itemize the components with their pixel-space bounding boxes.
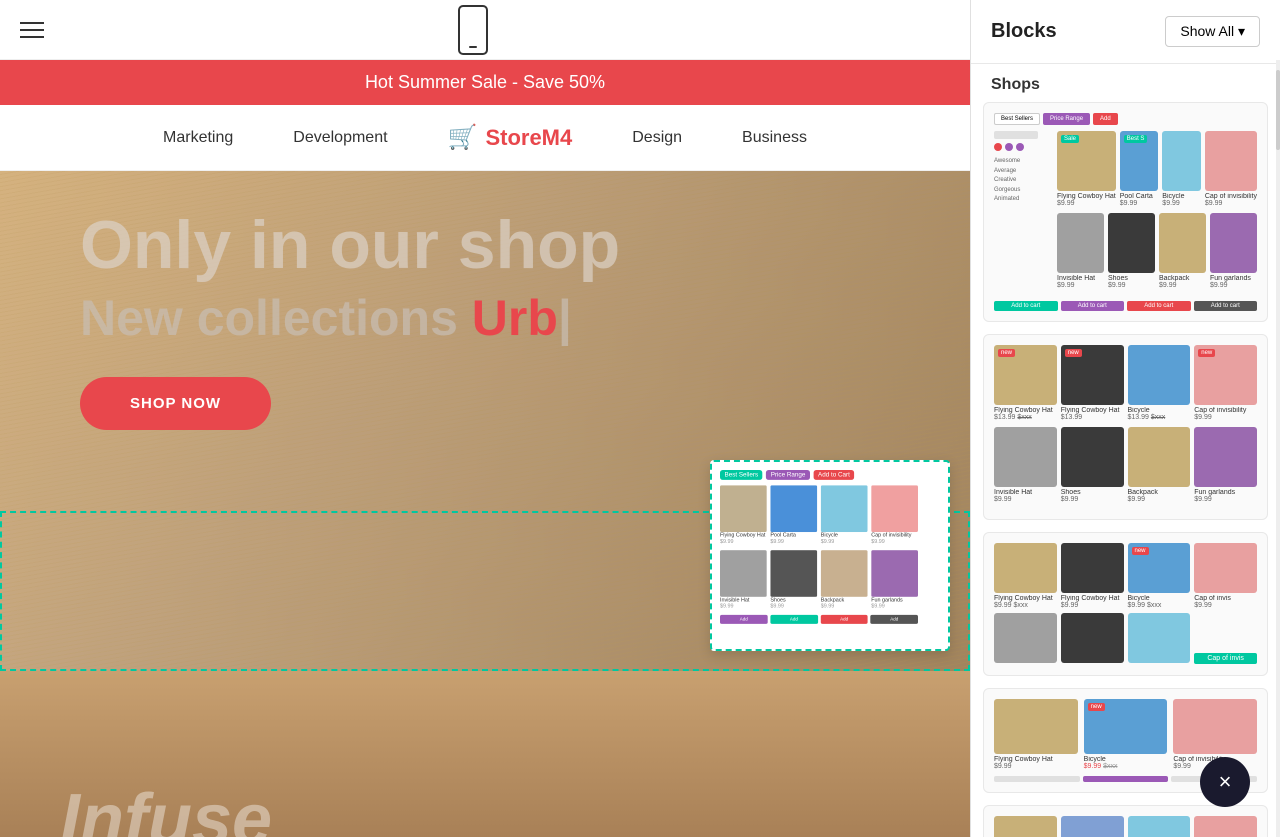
preview-add-buttons: Add Add Add Add xyxy=(720,615,918,624)
site-logo[interactable]: 🛒 StoreM4 xyxy=(448,123,573,152)
hamburger-menu[interactable] xyxy=(20,22,44,38)
logo-text: StoreM4 xyxy=(485,125,572,151)
sb1-item-4: Cap of invisibility $9.99 xyxy=(1205,131,1257,207)
floating-preview-card: Best Sellers Price Range Add to Cart Fly… xyxy=(710,460,950,651)
sb3-item-4: Cap of invis $9.99 xyxy=(1194,543,1257,609)
sb1-action-buttons: Add to cart Add to cart Add to cart Add … xyxy=(994,301,1257,311)
close-icon: × xyxy=(1219,769,1232,795)
sb2-item-8: Fun garlands $9.99 xyxy=(1194,427,1257,503)
sb1-item-1: Sale Flying Cowboy Hat $9.99 xyxy=(1057,131,1116,207)
sb2-item-1: new Flying Cowboy Hat $13.99 $xxx xyxy=(994,345,1057,421)
sb2-item-7: Backpack $9.99 xyxy=(1128,427,1191,503)
shop-block-3[interactable]: Flying Cowboy Hat $9.99 $xxx Flying Cowb… xyxy=(983,532,1268,676)
preview-product-grid-2: Invisible Hat $9.99 Shoes $9.99 Backpack… xyxy=(720,550,918,609)
top-toolbar xyxy=(0,0,970,60)
preview-product-2: Pool Carta $9.99 xyxy=(770,485,817,544)
announcement-bar: Hot Summer Sale - Save 50% xyxy=(0,60,970,105)
sb5-item-1: Flying Cowboy Hat $9.99 xyxy=(994,816,1057,837)
site-nav: Marketing Development 🛒 StoreM4 Design B… xyxy=(0,105,970,171)
show-all-button[interactable]: Show All ▾ xyxy=(1165,16,1260,47)
sb2-item-2: new Flying Cowboy Hat $13.99 xyxy=(1061,345,1124,421)
sb3-item-5 xyxy=(994,613,1057,665)
hero-bottom-text: Infuse xyxy=(60,779,272,837)
sb1-item-5: Invisible Hat $9.99 xyxy=(1057,213,1104,289)
preview-btn-bestsellers: Best Sellers xyxy=(720,470,763,480)
sb1-btn-pricerange: Price Range xyxy=(1043,113,1090,125)
sb2-item-3: Bicycle $13.99 $xxx xyxy=(1128,345,1191,421)
sb3-item-1: Flying Cowboy Hat $9.99 $xxx xyxy=(994,543,1057,609)
announcement-text: Hot Summer Sale - Save 50% xyxy=(365,72,605,92)
preview-add-btn-4: Add xyxy=(871,615,918,624)
mobile-preview-icon[interactable] xyxy=(458,5,488,55)
nav-design[interactable]: Design xyxy=(632,129,682,147)
nav-business[interactable]: Business xyxy=(742,129,807,147)
close-button[interactable]: × xyxy=(1200,757,1250,807)
shop-now-button[interactable]: SHOP NOW xyxy=(80,377,271,430)
preview-top-bar: Best Sellers Price Range Add to Cart xyxy=(720,470,918,480)
preview-product-5: Invisible Hat $9.99 xyxy=(720,550,767,609)
preview-add-btn-3: Add xyxy=(820,615,867,624)
sb1-item-2: Best S Pool Carta $9.99 xyxy=(1120,131,1159,207)
sb2-item-6: Shoes $9.99 xyxy=(1061,427,1124,503)
editor-area: Hot Summer Sale - Save 50% Marketing Dev… xyxy=(0,0,970,837)
right-panel: Blocks Show All ▾ Shops Best Sellers Pri… xyxy=(970,0,1280,837)
preview-product-7: Backpack $9.99 xyxy=(821,550,868,609)
nav-development[interactable]: Development xyxy=(293,129,387,147)
sb1-btn-addtocart: Add xyxy=(1093,113,1118,125)
nav-marketing[interactable]: Marketing xyxy=(163,129,233,147)
sb3-item-3: new Bicycle $9.99 $xxx xyxy=(1128,543,1191,609)
shop-block-5[interactable]: Flying Cowboy Hat $9.99 Item 2 $9.99 Ite… xyxy=(983,805,1268,837)
preview-product-4: Cap of invisibility $9.99 xyxy=(871,485,918,544)
preview-product-8: Fun garlands $9.99 xyxy=(871,550,918,609)
sb1-item-7: Backpack $9.99 xyxy=(1159,213,1206,289)
sb3-item-8: Cap of invis xyxy=(1194,613,1257,665)
sb2-item-4: new Cap of invisibility $9.99 xyxy=(1194,345,1257,421)
shop-block-1[interactable]: Best Sellers Price Range Add xyxy=(983,102,1268,322)
hero-subtitle-plain: New collections xyxy=(80,290,472,346)
preview-btn-addtocart: Add to Cart xyxy=(814,470,855,480)
sb3-item-6 xyxy=(1061,613,1124,665)
hero-content: Only in our shop New collections Urb| SH… xyxy=(0,171,970,470)
sb1-product-grid: Sale Flying Cowboy Hat $9.99 Best S xyxy=(1057,131,1257,207)
preview-btn-pricerange: Price Range xyxy=(766,470,810,480)
shop-block-2[interactable]: new Flying Cowboy Hat $13.99 $xxx new Fl… xyxy=(983,334,1268,520)
sb2-product-grid-2: Invisible Hat $9.99 Shoes $9.99 Backpack… xyxy=(994,427,1257,503)
sb2-product-grid: new Flying Cowboy Hat $13.99 $xxx new Fl… xyxy=(994,345,1257,421)
sb1-sidebar: Awesome Average Creative Gorgeous Animat… xyxy=(994,131,1049,295)
sb3-item-2: Flying Cowboy Hat $9.99 xyxy=(1061,543,1124,609)
sb3-item-7 xyxy=(1128,613,1191,665)
scroll-track xyxy=(1276,60,1280,837)
sb1-btn-bestsellers: Best Sellers xyxy=(994,113,1040,125)
panel-title: Blocks xyxy=(991,20,1057,43)
preview-add-btn-2: Add xyxy=(770,615,817,624)
scroll-thumb xyxy=(1276,70,1280,150)
sb5-item-3: Item 3 $9.99 xyxy=(1128,816,1191,837)
hero-bottom-section: Infuse xyxy=(0,671,970,837)
sb4-item-1: Flying Cowboy Hat $9.99 xyxy=(994,699,1078,770)
preview-product-grid: Flying Cowboy Hat $9.99 Pool Carta $9.99… xyxy=(720,485,918,544)
hero-section: Only in our shop New collections Urb| SH… xyxy=(0,171,970,671)
sb5-item-2: Item 2 $9.99 xyxy=(1061,816,1124,837)
sb2-item-5: Invisible Hat $9.99 xyxy=(994,427,1057,503)
hero-title-sub: New collections Urb| xyxy=(80,289,890,347)
panel-section-shops: Shops xyxy=(971,64,1280,102)
hero-title-main: Only in our shop xyxy=(80,211,890,279)
preview-add-btn-1: Add xyxy=(720,615,767,624)
website-content: Hot Summer Sale - Save 50% Marketing Dev… xyxy=(0,60,970,837)
preview-product-3: Bicycle $9.99 xyxy=(821,485,868,544)
preview-product-6: Shoes $9.99 xyxy=(770,550,817,609)
sb4-item-2: new Bicycle $9.99 $xxx xyxy=(1084,699,1168,770)
sb1-product-grid-2: Invisible Hat $9.99 Shoes $9.99 xyxy=(1057,213,1257,289)
hero-subtitle-accent: Urb xyxy=(472,290,558,346)
logo-cart-icon: 🛒 xyxy=(448,123,478,152)
sb5-item-4: Item 4 $9.99 xyxy=(1194,816,1257,837)
hero-cursor: | xyxy=(558,290,572,346)
sb1-item-6: Shoes $9.99 xyxy=(1108,213,1155,289)
preview-product-1: Flying Cowboy Hat $9.99 xyxy=(720,485,767,544)
panel-scroll-area[interactable]: Best Sellers Price Range Add xyxy=(971,102,1280,837)
sb1-item-3: Bicycle $9.99 xyxy=(1162,131,1201,207)
sb1-item-8: Fun garlands $9.99 xyxy=(1210,213,1257,289)
panel-header: Blocks Show All ▾ xyxy=(971,0,1280,64)
